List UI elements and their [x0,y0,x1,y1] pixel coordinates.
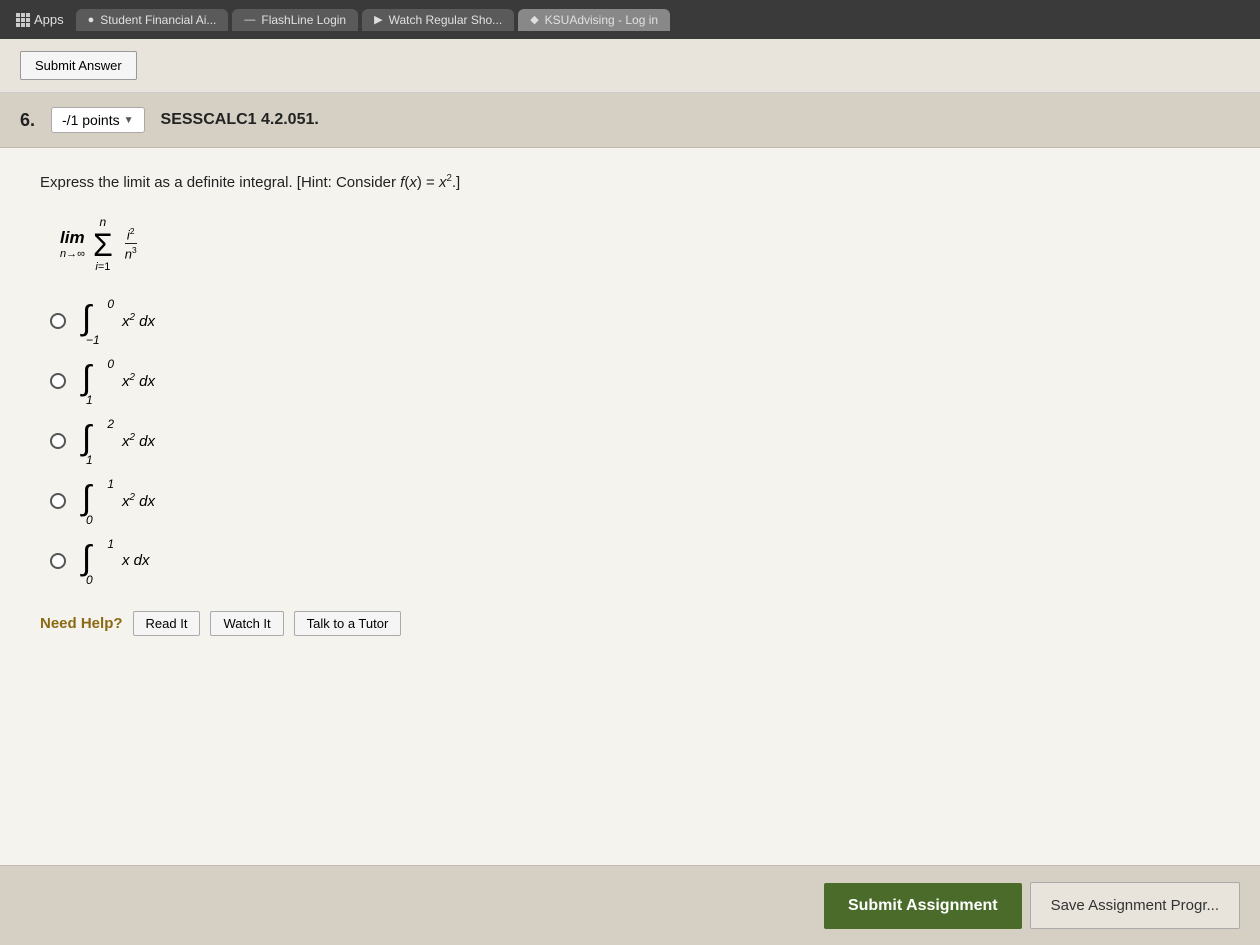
read-it-button[interactable]: Read It [133,611,201,636]
apps-label: Apps [34,12,64,27]
question-body: Express the limit as a definite integral… [0,148,1260,945]
tab-bar: Apps ● Student Financial Ai... — FlashLi… [0,0,1260,39]
tab-watch[interactable]: ▶ Watch Regular Sho... [362,9,514,31]
tab-ksu[interactable]: ◆ KSUAdvising - Log in [518,9,670,31]
integral-a: 0 ∫ −1 x2 dx [82,301,222,341]
tab1-label: Student Financial Ai... [100,13,216,27]
choice-row-c: 2 ∫ 1 x2 dx [50,421,1220,461]
radio-c[interactable] [50,433,66,449]
answer-choices: 0 ∫ −1 x2 dx 0 ∫ 1 [50,301,1220,581]
choice-row-b: 0 ∫ 1 x2 dx [50,361,1220,401]
points-value: -/1 points [62,112,120,128]
sigma-part: n Σ i=1 [93,215,113,273]
submit-answer-button[interactable]: Submit Answer [20,51,137,80]
question-number: 6. [20,110,35,131]
tab1-favicon: ● [88,14,95,26]
tab3-label: Watch Regular Sho... [389,13,503,27]
talk-to-tutor-button[interactable]: Talk to a Tutor [294,611,402,636]
radio-e[interactable] [50,553,66,569]
integral-d: 1 ∫ 0 x2 dx [82,481,222,521]
submit-answer-bar: Submit Answer [0,39,1260,93]
tab-flashline[interactable]: — FlashLine Login [232,9,358,31]
choice-row-e: 1 ∫ 0 x dx [50,541,1220,581]
choice-row-a: 0 ∫ −1 x2 dx [50,301,1220,341]
radio-d[interactable] [50,493,66,509]
radio-a[interactable] [50,313,66,329]
question-header: 6. -/1 points ▼ SESSCALC1 4.2.051. [0,93,1260,148]
choice-row-d: 1 ∫ 0 x2 dx [50,481,1220,521]
tab3-favicon: ▶ [374,13,382,26]
question-id: SESSCALC1 4.2.051. [161,111,319,129]
need-help-label: Need Help? [40,615,123,632]
tab-student-financial[interactable]: ● Student Financial Ai... [76,9,229,31]
tab4-favicon: ◆ [530,13,538,26]
integral-e: 1 ∫ 0 x dx [82,541,222,581]
fraction: i2 n3 [125,226,137,262]
apps-tab[interactable]: Apps [8,12,72,27]
question-text: Express the limit as a definite integral… [40,172,1220,195]
save-progress-button[interactable]: Save Assignment Progr... [1030,882,1240,929]
main-content: Submit Answer 6. -/1 points ▼ SESSCALC1 … [0,39,1260,945]
submit-assignment-button[interactable]: Submit Assignment [824,883,1022,929]
radio-b[interactable] [50,373,66,389]
limit-expression: lim n→∞ n Σ i=1 i2 n3 [60,215,1220,273]
tab2-favicon: — [244,14,255,26]
points-badge[interactable]: -/1 points ▼ [51,107,145,133]
grid-icon [16,13,30,27]
lim-part: lim n→∞ [60,228,85,260]
watch-it-button[interactable]: Watch It [210,611,283,636]
need-help-section: Need Help? Read It Watch It Talk to a Tu… [40,611,1220,636]
integral-c: 2 ∫ 1 x2 dx [82,421,222,461]
tab4-label: KSUAdvising - Log in [545,13,658,27]
chevron-down-icon: ▼ [124,115,134,126]
bottom-bar: Submit Assignment Save Assignment Progr.… [0,865,1260,945]
tab2-label: FlashLine Login [261,13,346,27]
integral-b: 0 ∫ 1 x2 dx [82,361,222,401]
